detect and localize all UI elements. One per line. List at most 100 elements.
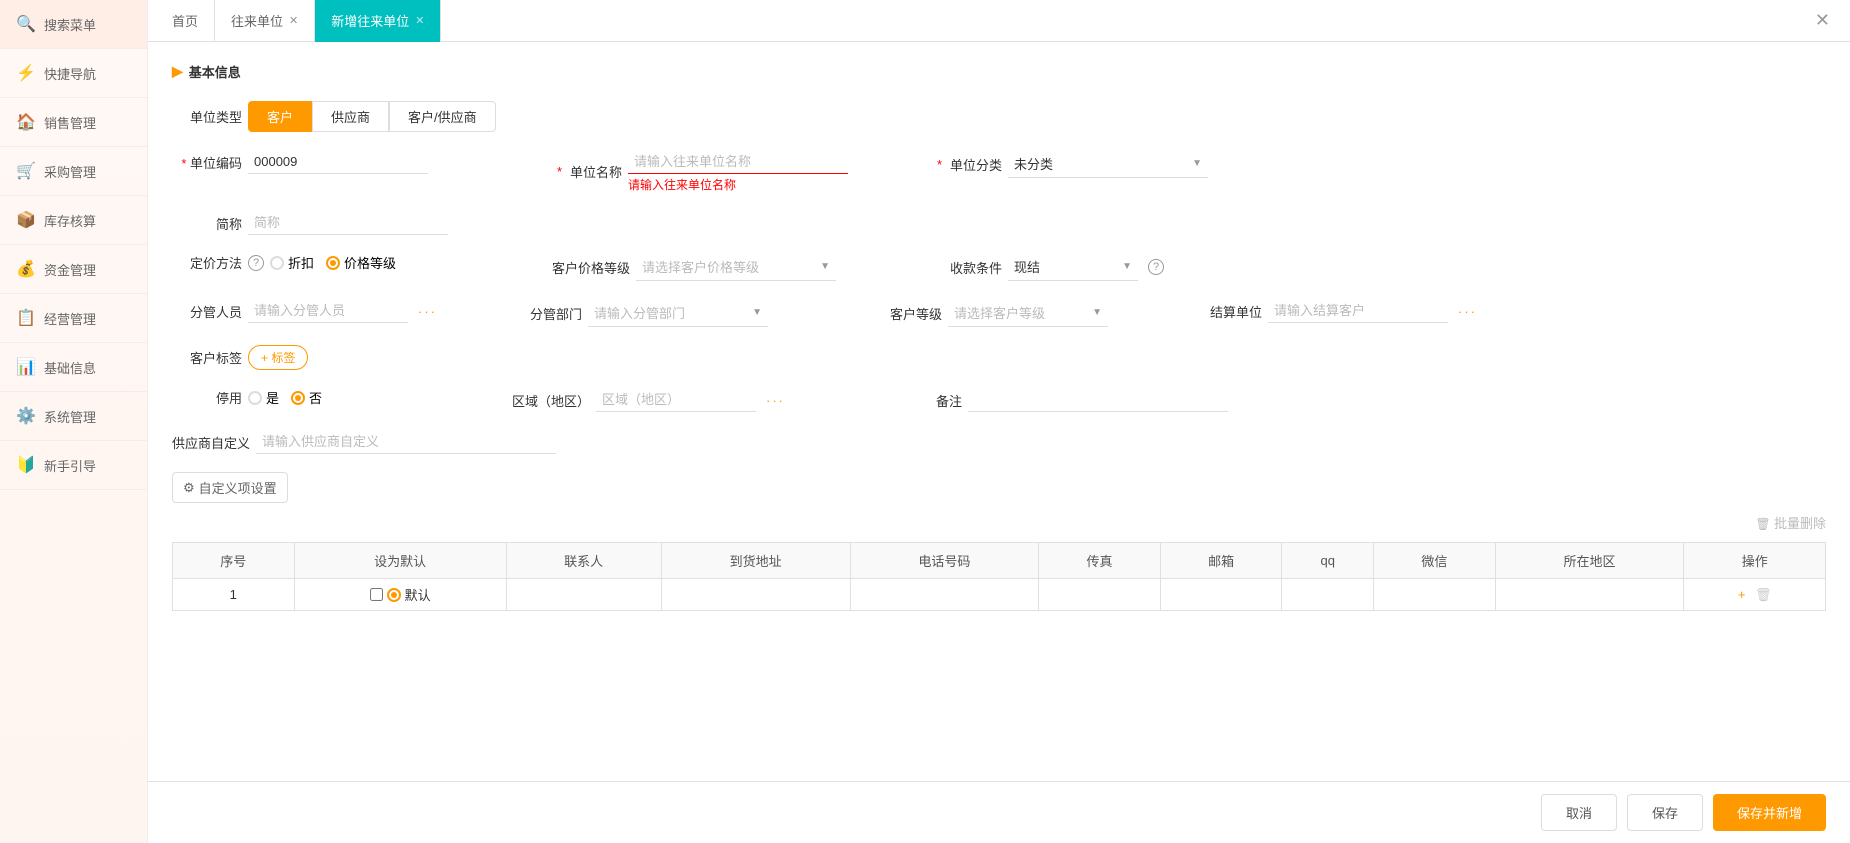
sidebar-item-label: 库存核算 — [44, 211, 96, 230]
pricing-radio-grade[interactable]: 价格等级 — [326, 253, 396, 272]
unit-type-label: 单位类型 — [172, 107, 242, 126]
pricing-group: 定价方法 ? 折扣 价格等级 — [172, 253, 552, 272]
pricing-help-icon[interactable]: ? — [248, 255, 264, 271]
delete-row-button[interactable]: 🗑 — [1755, 587, 1772, 602]
code-label: 单位编码 — [172, 153, 242, 172]
pricing-label: 定价方法 — [172, 253, 242, 272]
dept-arrow: ▼ — [752, 307, 762, 318]
settlement-dots[interactable]: ··· — [1454, 304, 1481, 319]
short-name-group: 简称 — [172, 211, 492, 235]
custom-settings-button[interactable]: ⚙ 自定义项设置 — [172, 472, 288, 503]
sidebar-item-operations[interactable]: 📋 经营管理 — [0, 294, 147, 343]
sidebar: 🔍 搜索菜单 ⚡ 快捷导航 🏠 销售管理 🛒 采购管理 📦 库存核算 💰 资金管… — [0, 0, 148, 843]
window-close-button[interactable]: ✕ — [1803, 10, 1842, 31]
batch-delete-label[interactable]: 批量删除 — [1774, 516, 1826, 531]
cell-email — [1160, 579, 1282, 611]
region-input[interactable] — [596, 388, 756, 412]
type-btn-customer[interactable]: 客户 — [248, 101, 312, 132]
tab-new-partner[interactable]: 新增往来单位 ✕ — [315, 0, 441, 42]
purchase-icon: 🛒 — [16, 161, 36, 181]
unit-type-buttons: 客户 供应商 客户/供应商 — [248, 101, 496, 132]
tab-partner[interactable]: 往来单位 ✕ — [215, 0, 315, 42]
disabled-yes-radio[interactable]: 是 — [248, 388, 279, 407]
cell-no: 1 — [173, 579, 295, 611]
cell-qq — [1282, 579, 1374, 611]
name-input-group: 请输入往来单位名称 — [628, 150, 848, 193]
customer-level-label: 客户等级 — [872, 304, 942, 323]
remark-label: 备注 — [892, 391, 962, 410]
payment-terms-label: 收款条件 — [932, 258, 1002, 277]
customer-level-group: 客户等级 请选择客户等级 ▼ — [872, 299, 1192, 327]
code-group: 单位编码 — [172, 150, 492, 174]
disabled-no-radio[interactable]: 否 — [291, 388, 322, 407]
custom-settings-label: 自定义项设置 — [199, 478, 277, 497]
add-tag-button[interactable]: + 标签 — [248, 345, 308, 370]
sidebar-item-system[interactable]: ⚙️ 系统管理 — [0, 392, 147, 441]
add-row-button[interactable]: + — [1738, 587, 1746, 602]
type-btn-supplier[interactable]: 供应商 — [312, 101, 389, 132]
quick-nav-icon: ⚡ — [16, 63, 36, 83]
supplier-custom-input[interactable] — [256, 430, 556, 454]
cell-wechat — [1374, 579, 1496, 611]
customer-level-select[interactable]: 请选择客户等级 ▼ — [948, 299, 1108, 327]
short-name-input[interactable] — [248, 211, 448, 235]
type-btn-both[interactable]: 客户/供应商 — [389, 101, 496, 132]
sidebar-item-sales[interactable]: 🏠 销售管理 — [0, 98, 147, 147]
price-level-select[interactable]: 请选择客户价格等级 ▼ — [636, 253, 836, 281]
category-value: 未分类 — [1014, 154, 1188, 173]
new-guide-icon: 🔰 — [16, 455, 36, 475]
price-level-label: 客户价格等级 — [552, 258, 630, 277]
no-label: 否 — [309, 388, 322, 407]
region-dots[interactable]: ··· — [762, 393, 789, 408]
cancel-button[interactable]: 取消 — [1541, 794, 1617, 831]
sidebar-item-search[interactable]: 🔍 搜索菜单 — [0, 0, 147, 49]
save-new-button[interactable]: 保存并新增 — [1713, 794, 1826, 831]
sidebar-item-basic-info[interactable]: 📊 基础信息 — [0, 343, 147, 392]
code-input[interactable] — [248, 150, 428, 174]
dept-label: 分管部门 — [512, 304, 582, 323]
payment-help-icon[interactable]: ? — [1148, 259, 1164, 275]
tab-bar: 首页 往来单位 ✕ 新增往来单位 ✕ ✕ — [148, 0, 1850, 42]
footer: 取消 保存 保存并新增 — [148, 781, 1850, 843]
payment-terms-select[interactable]: 现结 ▼ — [1008, 253, 1138, 281]
col-qq: qq — [1282, 543, 1374, 579]
col-contact: 联系人 — [506, 543, 661, 579]
dept-select[interactable]: 请输入分管部门 ▼ — [588, 299, 768, 327]
col-wechat: 微信 — [1374, 543, 1496, 579]
name-input[interactable] — [628, 150, 848, 174]
sidebar-item-quick-nav[interactable]: ⚡ 快捷导航 — [0, 49, 147, 98]
settlement-input[interactable] — [1268, 299, 1448, 323]
sidebar-item-label: 快捷导航 — [44, 64, 96, 83]
col-default: 设为默认 — [294, 543, 506, 579]
disabled-radio-group: 是 否 — [248, 388, 322, 407]
customer-level-arrow: ▼ — [1092, 307, 1102, 318]
sidebar-item-purchase[interactable]: 🛒 采购管理 — [0, 147, 147, 196]
manager-dots[interactable]: ··· — [414, 304, 441, 319]
tab-new-partner-close[interactable]: ✕ — [415, 14, 424, 27]
tab-partner-close[interactable]: ✕ — [289, 14, 298, 27]
delete-icon: 🗑 — [1755, 517, 1770, 531]
category-label: 单位分类 — [950, 155, 1002, 174]
category-group: * 单位分类 未分类 ▼ — [872, 150, 1208, 178]
row-checkbox[interactable] — [370, 588, 383, 601]
remark-input[interactable] — [968, 388, 1228, 412]
default-radio-item[interactable]: 默认 — [387, 585, 431, 604]
search-icon: 🔍 — [16, 14, 36, 34]
region-group: 区域（地区） ··· — [512, 388, 892, 412]
default-label: 默认 — [405, 585, 431, 604]
discount-radio — [270, 256, 284, 270]
batch-delete-row: 🗑 批量删除 — [172, 513, 1826, 532]
category-select[interactable]: 未分类 ▼ — [1008, 150, 1208, 178]
settlement-label: 结算单位 — [1192, 302, 1262, 321]
save-button[interactable]: 保存 — [1627, 794, 1703, 831]
name-label: 单位名称 — [570, 162, 622, 181]
sidebar-item-finance[interactable]: 💰 资金管理 — [0, 245, 147, 294]
default-radio-cell: 默认 — [305, 585, 496, 604]
tab-home[interactable]: 首页 — [156, 0, 215, 42]
sidebar-item-inventory[interactable]: 📦 库存核算 — [0, 196, 147, 245]
sidebar-item-new-guide[interactable]: 🔰 新手引导 — [0, 441, 147, 490]
manager-input[interactable] — [248, 299, 408, 323]
col-phone: 电话号码 — [850, 543, 1039, 579]
name-error-text: 请输入往来单位名称 — [628, 176, 848, 193]
pricing-radio-discount[interactable]: 折扣 — [270, 253, 314, 272]
